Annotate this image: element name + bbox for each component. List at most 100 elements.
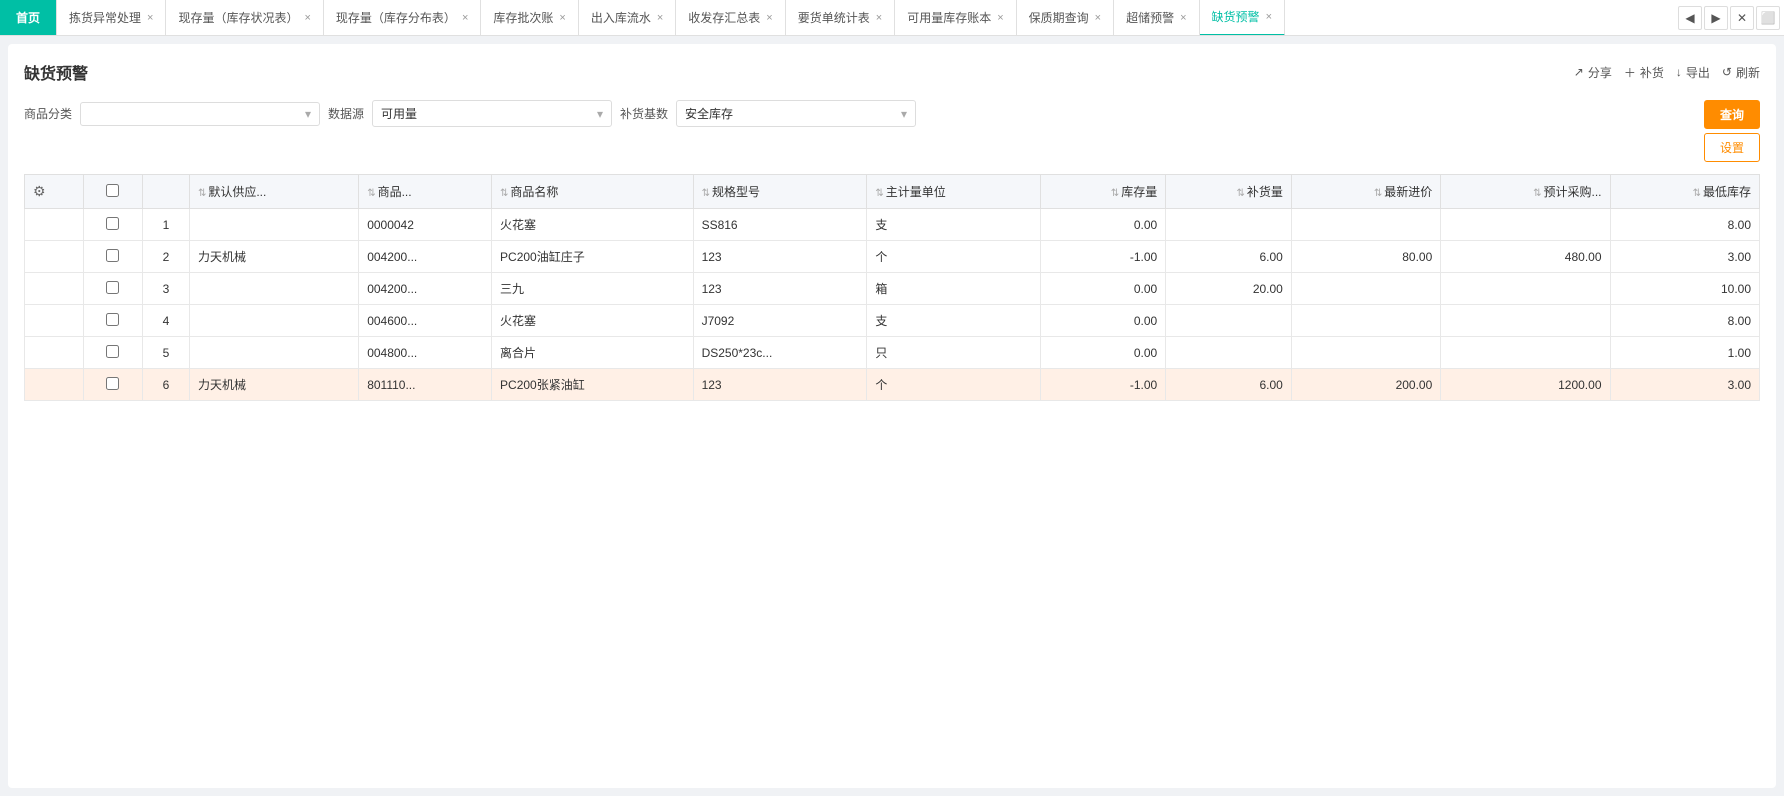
table-body: 10000042火花塞SS816支0.008.002力天机械004200...P… [25, 209, 1760, 401]
col-supplier[interactable]: ⇅默认供应... [189, 175, 358, 209]
col-min-stock[interactable]: ⇅最低库存 [1610, 175, 1760, 209]
row-unit-2: 箱 [867, 273, 1040, 305]
tab-item-inventory-dist[interactable]: 现存量（库存分布表）× [324, 0, 481, 36]
tab-maximize-button[interactable]: ⬜ [1756, 6, 1780, 30]
replenish-action[interactable]: ＋ 补货 [1624, 64, 1664, 81]
row-gear-cell-0 [25, 209, 84, 241]
tab-next-button[interactable]: ▶ [1704, 6, 1728, 30]
tab-item-home[interactable]: 首页 [0, 0, 57, 36]
row-min-stock-3: 8.00 [1610, 305, 1760, 337]
row-est-purchase-3 [1441, 305, 1610, 337]
col-est-purchase[interactable]: ⇅预计采购... [1441, 175, 1610, 209]
row-sku-4: 004800... [359, 337, 492, 369]
table-row: 4004600...火花塞J7092支0.008.00 [25, 305, 1760, 337]
tab-item-shortage[interactable]: 缺货预警 × [1200, 0, 1285, 36]
tab-prev-button[interactable]: ◀ [1678, 6, 1702, 30]
row-replenish-3 [1166, 305, 1292, 337]
table-row: 3004200...三九123箱0.0020.0010.00 [25, 273, 1760, 305]
tab-close-overstock[interactable]: × [1180, 12, 1186, 24]
row-checkbox-0[interactable] [106, 217, 119, 230]
datasource-select[interactable]: 可用量 ▾ [372, 100, 612, 127]
row-checkbox-2[interactable] [106, 281, 119, 294]
col-latest-price[interactable]: ⇅最新进价 [1291, 175, 1440, 209]
row-spec-3: J7092 [693, 305, 867, 337]
row-checkbox-cell-2 [83, 273, 142, 305]
row-checkbox-4[interactable] [106, 345, 119, 358]
col-stock[interactable]: ⇅库存量 [1040, 175, 1166, 209]
col-name[interactable]: ⇅商品名称 [492, 175, 694, 209]
tab-label-shortage: 缺货预警 [1212, 8, 1260, 25]
tab-nav-buttons: ◀ ▶ ✕ ⬜ [1674, 6, 1784, 30]
tab-close-shortage[interactable]: × [1266, 11, 1272, 23]
row-min-stock-2: 10.00 [1610, 273, 1760, 305]
tab-label-home: 首页 [16, 9, 40, 26]
replenish-basis-label: 补货基数 [620, 105, 668, 122]
tab-label-order-stats: 要货单统计表 [798, 9, 870, 26]
tab-close-order-stats[interactable]: × [876, 12, 882, 24]
row-replenish-1: 6.00 [1166, 241, 1292, 273]
row-spec-4: DS250*23c... [693, 337, 867, 369]
row-unit-3: 支 [867, 305, 1040, 337]
column-settings-button[interactable]: ⚙ [33, 183, 46, 200]
col-replenish[interactable]: ⇅补货量 [1166, 175, 1292, 209]
settings-button[interactable]: 设置 [1704, 133, 1760, 162]
sort-icon-spec: ⇅ [702, 188, 710, 199]
row-name-4: 离合片 [492, 337, 694, 369]
row-name-0: 火花塞 [492, 209, 694, 241]
row-name-5: PC200张紧油缸 [492, 369, 694, 401]
col-spec[interactable]: ⇅规格型号 [693, 175, 867, 209]
data-table: ⚙ ⇅默认供应... ⇅商品... ⇅商品名称 ⇅规格型号 ⇅主计量单位 ⇅库存… [24, 174, 1760, 401]
tab-close-receive-summary[interactable]: × [766, 12, 772, 24]
tab-label-inventory-status: 现存量（库存状况表） [178, 9, 298, 26]
row-checkbox-3[interactable] [106, 313, 119, 326]
filter-section: 商品分类 ▾ 数据源 可用量 ▾ 补货基数 安全库存 ▾ [24, 100, 1760, 162]
tab-close-inventory-status[interactable]: × [304, 12, 310, 24]
category-select[interactable]: ▾ [80, 102, 320, 126]
row-gear-cell-5 [25, 369, 84, 401]
tab-label-inout-flow: 出入库流水 [591, 9, 651, 26]
row-spec-0: SS816 [693, 209, 867, 241]
replenish-basis-select[interactable]: 安全库存 ▾ [676, 100, 916, 127]
col-unit[interactable]: ⇅主计量单位 [867, 175, 1040, 209]
header-actions: ↗ 分享 ＋ 补货 ↓ 导出 ↺ 刷新 [1574, 64, 1760, 81]
row-stock-1: -1.00 [1040, 241, 1166, 273]
row-checkbox-5[interactable] [106, 377, 119, 390]
sort-icon-sku: ⇅ [367, 188, 375, 199]
page-header: 缺货预警 ↗ 分享 ＋ 补货 ↓ 导出 ↺ 刷新 [24, 60, 1760, 84]
refresh-action[interactable]: ↺ 刷新 [1722, 64, 1760, 81]
tab-close-available-ledger[interactable]: × [997, 12, 1003, 24]
tab-item-inout-flow[interactable]: 出入库流水 × [579, 0, 676, 36]
tab-item-order-stats[interactable]: 要货单统计表 × [786, 0, 895, 36]
tab-item-exception[interactable]: 拣货异常处理× [57, 0, 166, 36]
query-button[interactable]: 查询 [1704, 100, 1760, 129]
table-row: 6力天机械801110...PC200张紧油缸123个-1.006.00200.… [25, 369, 1760, 401]
tab-close-exception[interactable]: × [147, 12, 153, 24]
tab-item-overstock[interactable]: 超储预警× [1114, 0, 1199, 36]
col-sku[interactable]: ⇅商品... [359, 175, 492, 209]
sort-icon-min-stock: ⇅ [1693, 188, 1701, 199]
tab-item-inventory-status[interactable]: 现存量（库存状况表） × [166, 0, 323, 36]
tab-label-receive-summary: 收发存汇总表 [688, 9, 760, 26]
tab-item-batch-account[interactable]: 库存批次账× [481, 0, 578, 36]
row-gear-cell-2 [25, 273, 84, 305]
row-index-3: 4 [143, 305, 190, 337]
share-action[interactable]: ↗ 分享 [1574, 64, 1612, 81]
row-checkbox-1[interactable] [106, 249, 119, 262]
replenish-basis-value: 安全库存 [685, 105, 733, 122]
row-unit-0: 支 [867, 209, 1040, 241]
datasource-label: 数据源 [328, 105, 364, 122]
export-icon: ↓ [1676, 65, 1682, 79]
tab-item-receive-summary[interactable]: 收发存汇总表 × [676, 0, 785, 36]
page-title: 缺货预警 [24, 60, 88, 84]
row-spec-1: 123 [693, 241, 867, 273]
tab-close-inventory-dist[interactable]: × [462, 12, 468, 24]
tab-close-batch-account[interactable]: × [559, 12, 565, 24]
tab-close-all-button[interactable]: ✕ [1730, 6, 1754, 30]
export-action[interactable]: ↓ 导出 [1676, 64, 1710, 81]
row-latest-price-1: 80.00 [1291, 241, 1440, 273]
tab-close-expiry-query[interactable]: × [1095, 12, 1101, 24]
select-all-checkbox[interactable] [106, 184, 119, 197]
tab-item-available-ledger[interactable]: 可用量库存账本× [895, 0, 1016, 36]
tab-item-expiry-query[interactable]: 保质期查询× [1017, 0, 1114, 36]
tab-close-inout-flow[interactable]: × [657, 12, 663, 24]
